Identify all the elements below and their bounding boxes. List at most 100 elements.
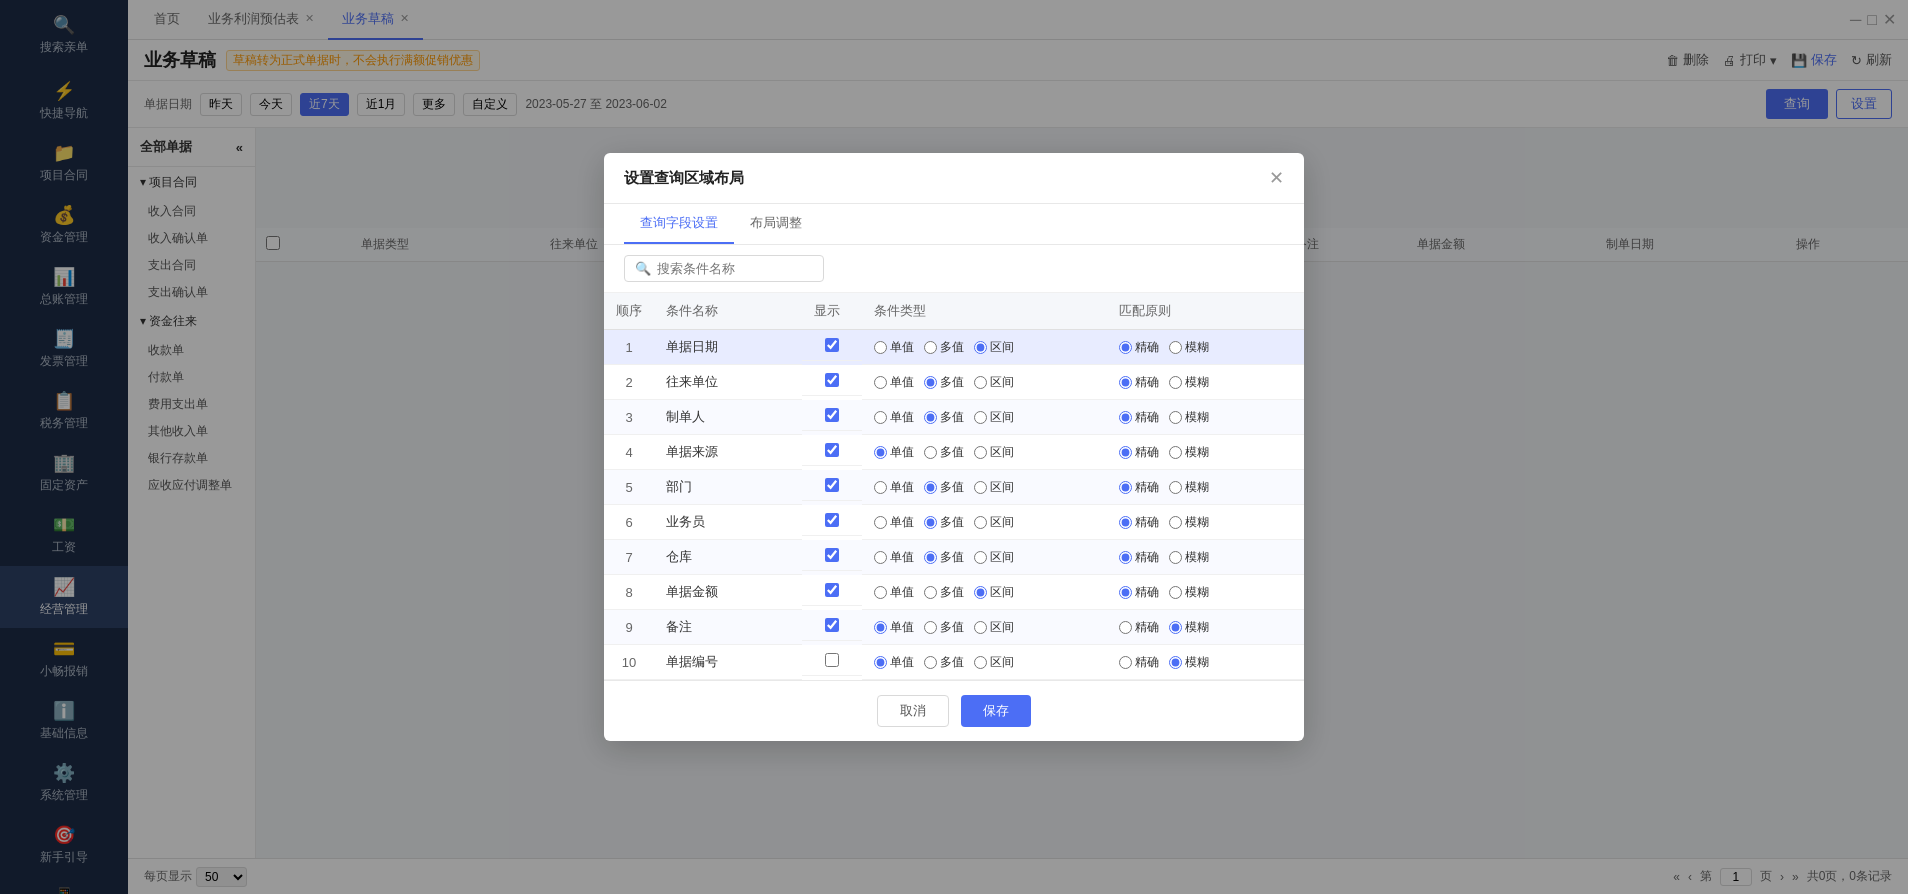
match-radio-7-0[interactable]	[1119, 551, 1132, 564]
match-radio-7-1[interactable]	[1169, 551, 1182, 564]
match-radio-2-0[interactable]	[1119, 376, 1132, 389]
type-radio-label-8-2[interactable]: 区间	[974, 584, 1014, 601]
show-checkbox-10[interactable]	[825, 653, 839, 667]
type-radio-4-0[interactable]	[874, 446, 887, 459]
show-checkbox-4[interactable]	[825, 443, 839, 457]
type-radio-4-2[interactable]	[974, 446, 987, 459]
type-radio-label-7-1[interactable]: 多值	[924, 549, 964, 566]
type-radio-7-0[interactable]	[874, 551, 887, 564]
type-radio-1-0[interactable]	[874, 341, 887, 354]
modal-cancel-button[interactable]: 取消	[877, 695, 949, 727]
type-radio-label-7-0[interactable]: 单值	[874, 549, 914, 566]
match-radio-label-2-1[interactable]: 模糊	[1169, 374, 1209, 391]
match-radio-label-9-1[interactable]: 模糊	[1169, 619, 1209, 636]
match-radio-2-1[interactable]	[1169, 376, 1182, 389]
match-radio-8-0[interactable]	[1119, 586, 1132, 599]
type-radio-9-2[interactable]	[974, 621, 987, 634]
type-radio-label-3-1[interactable]: 多值	[924, 409, 964, 426]
type-radio-label-2-0[interactable]: 单值	[874, 374, 914, 391]
match-radio-label-2-0[interactable]: 精确	[1119, 374, 1159, 391]
type-radio-1-1[interactable]	[924, 341, 937, 354]
match-radio-10-0[interactable]	[1119, 656, 1132, 669]
match-radio-1-1[interactable]	[1169, 341, 1182, 354]
match-radio-label-4-1[interactable]: 模糊	[1169, 444, 1209, 461]
show-checkbox-1[interactable]	[825, 338, 839, 352]
type-radio-8-2[interactable]	[974, 586, 987, 599]
type-radio-9-1[interactable]	[924, 621, 937, 634]
type-radio-2-2[interactable]	[974, 376, 987, 389]
match-radio-label-8-1[interactable]: 模糊	[1169, 584, 1209, 601]
match-radio-label-5-0[interactable]: 精确	[1119, 479, 1159, 496]
type-radio-label-4-2[interactable]: 区间	[974, 444, 1014, 461]
type-radio-1-2[interactable]	[974, 341, 987, 354]
type-radio-label-5-0[interactable]: 单值	[874, 479, 914, 496]
match-radio-4-1[interactable]	[1169, 446, 1182, 459]
match-radio-label-3-1[interactable]: 模糊	[1169, 409, 1209, 426]
show-checkbox-9[interactable]	[825, 618, 839, 632]
type-radio-10-2[interactable]	[974, 656, 987, 669]
type-radio-3-1[interactable]	[924, 411, 937, 424]
match-radio-3-1[interactable]	[1169, 411, 1182, 424]
type-radio-label-6-1[interactable]: 多值	[924, 514, 964, 531]
type-radio-label-10-1[interactable]: 多值	[924, 654, 964, 671]
type-radio-label-8-0[interactable]: 单值	[874, 584, 914, 601]
type-radio-label-6-0[interactable]: 单值	[874, 514, 914, 531]
match-radio-label-9-0[interactable]: 精确	[1119, 619, 1159, 636]
type-radio-9-0[interactable]	[874, 621, 887, 634]
modal-close-button[interactable]: ✕	[1269, 167, 1284, 189]
type-radio-8-0[interactable]	[874, 586, 887, 599]
match-radio-9-1[interactable]	[1169, 621, 1182, 634]
match-radio-label-5-1[interactable]: 模糊	[1169, 479, 1209, 496]
match-radio-label-1-1[interactable]: 模糊	[1169, 339, 1209, 356]
modal-tab-layout[interactable]: 布局调整	[734, 204, 818, 244]
type-radio-5-1[interactable]	[924, 481, 937, 494]
type-radio-label-5-2[interactable]: 区间	[974, 479, 1014, 496]
type-radio-label-1-1[interactable]: 多值	[924, 339, 964, 356]
show-checkbox-3[interactable]	[825, 408, 839, 422]
match-radio-10-1[interactable]	[1169, 656, 1182, 669]
type-radio-7-1[interactable]	[924, 551, 937, 564]
type-radio-6-0[interactable]	[874, 516, 887, 529]
match-radio-5-1[interactable]	[1169, 481, 1182, 494]
match-radio-label-10-0[interactable]: 精确	[1119, 654, 1159, 671]
type-radio-label-3-0[interactable]: 单值	[874, 409, 914, 426]
type-radio-label-2-1[interactable]: 多值	[924, 374, 964, 391]
type-radio-label-4-1[interactable]: 多值	[924, 444, 964, 461]
match-radio-1-0[interactable]	[1119, 341, 1132, 354]
modal-tab-query[interactable]: 查询字段设置	[624, 204, 734, 244]
type-radio-label-6-2[interactable]: 区间	[974, 514, 1014, 531]
type-radio-label-1-0[interactable]: 单值	[874, 339, 914, 356]
match-radio-label-7-1[interactable]: 模糊	[1169, 549, 1209, 566]
type-radio-label-3-2[interactable]: 区间	[974, 409, 1014, 426]
type-radio-label-7-2[interactable]: 区间	[974, 549, 1014, 566]
type-radio-label-8-1[interactable]: 多值	[924, 584, 964, 601]
match-radio-label-1-0[interactable]: 精确	[1119, 339, 1159, 356]
match-radio-3-0[interactable]	[1119, 411, 1132, 424]
match-radio-9-0[interactable]	[1119, 621, 1132, 634]
type-radio-label-10-2[interactable]: 区间	[974, 654, 1014, 671]
type-radio-label-5-1[interactable]: 多值	[924, 479, 964, 496]
match-radio-6-0[interactable]	[1119, 516, 1132, 529]
show-checkbox-2[interactable]	[825, 373, 839, 387]
type-radio-5-0[interactable]	[874, 481, 887, 494]
type-radio-6-2[interactable]	[974, 516, 987, 529]
match-radio-label-3-0[interactable]: 精确	[1119, 409, 1159, 426]
match-radio-5-0[interactable]	[1119, 481, 1132, 494]
type-radio-2-0[interactable]	[874, 376, 887, 389]
type-radio-2-1[interactable]	[924, 376, 937, 389]
type-radio-10-1[interactable]	[924, 656, 937, 669]
type-radio-3-2[interactable]	[974, 411, 987, 424]
type-radio-label-9-0[interactable]: 单值	[874, 619, 914, 636]
match-radio-label-8-0[interactable]: 精确	[1119, 584, 1159, 601]
match-radio-label-4-0[interactable]: 精确	[1119, 444, 1159, 461]
match-radio-label-6-1[interactable]: 模糊	[1169, 514, 1209, 531]
match-radio-label-7-0[interactable]: 精确	[1119, 549, 1159, 566]
type-radio-label-9-1[interactable]: 多值	[924, 619, 964, 636]
type-radio-4-1[interactable]	[924, 446, 937, 459]
match-radio-6-1[interactable]	[1169, 516, 1182, 529]
show-checkbox-5[interactable]	[825, 478, 839, 492]
match-radio-label-10-1[interactable]: 模糊	[1169, 654, 1209, 671]
type-radio-label-10-0[interactable]: 单值	[874, 654, 914, 671]
match-radio-label-6-0[interactable]: 精确	[1119, 514, 1159, 531]
type-radio-3-0[interactable]	[874, 411, 887, 424]
